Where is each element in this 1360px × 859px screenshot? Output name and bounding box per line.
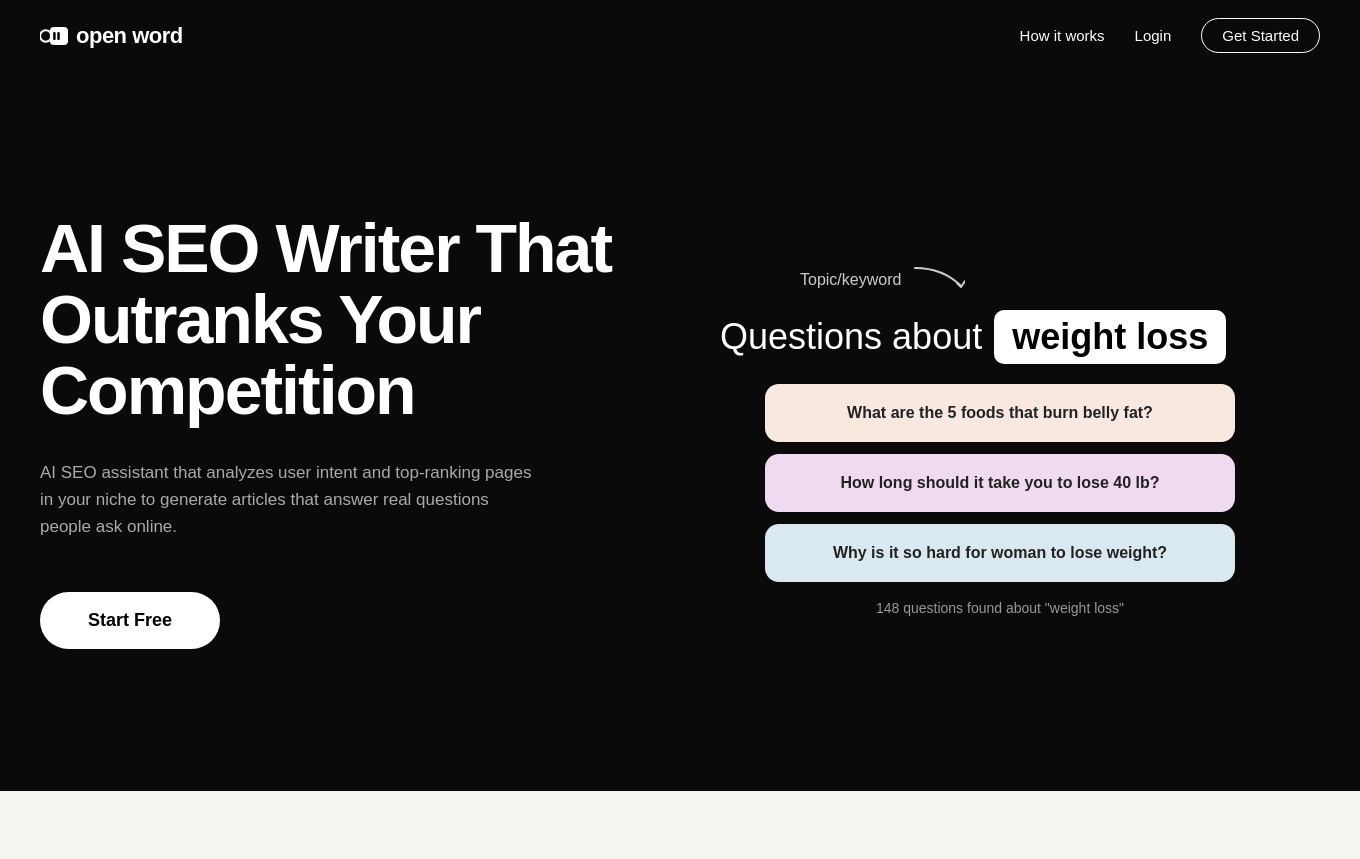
keyword-badge: weight loss: [994, 310, 1226, 364]
hero-title-line2: Outranks Your Competition: [40, 281, 480, 428]
nav-how-it-works[interactable]: How it works: [1020, 27, 1105, 44]
hero-title: AI SEO Writer That Outranks Your Competi…: [40, 213, 680, 427]
start-free-button[interactable]: Start Free: [40, 592, 220, 649]
questions-header: Questions about weight loss: [720, 310, 1226, 364]
question-cards: What are the 5 foods that burn belly fat…: [765, 384, 1235, 582]
nav-login[interactable]: Login: [1135, 27, 1172, 44]
hero-subtitle: AI SEO assistant that analyzes user inte…: [40, 459, 540, 541]
hero-title-line1: AI SEO Writer That: [40, 210, 611, 286]
question-card-2[interactable]: How long should it take you to lose 40 l…: [765, 454, 1235, 512]
navbar: open word How it works Login Get Started: [0, 0, 1360, 71]
question-card-1[interactable]: What are the 5 foods that burn belly fat…: [765, 384, 1235, 442]
topic-label: Topic/keyword: [800, 271, 901, 289]
questions-about-text: Questions about: [720, 316, 982, 358]
get-started-button[interactable]: Get Started: [1201, 18, 1320, 53]
logo-text: open word: [76, 23, 183, 49]
logo-icon: [40, 26, 68, 46]
question-card-3[interactable]: Why is it so hard for woman to lose weig…: [765, 524, 1235, 582]
hero-left: AI SEO Writer That Outranks Your Competi…: [40, 193, 680, 650]
questions-found-text: 148 questions found about "weight loss": [876, 600, 1124, 616]
topic-label-row: Topic/keyword: [800, 266, 965, 294]
logo[interactable]: open word: [40, 23, 183, 49]
svg-rect-3: [57, 31, 59, 39]
how-it-works-section: How it works: [0, 791, 1360, 859]
svg-rect-0: [40, 30, 52, 42]
svg-rect-2: [53, 31, 55, 39]
arrow-icon: [913, 266, 965, 294]
nav-links: How it works Login Get Started: [1020, 18, 1320, 53]
hero-right: Topic/keyword Questions about weight los…: [680, 226, 1320, 616]
hero-section: AI SEO Writer That Outranks Your Competi…: [0, 71, 1360, 791]
how-it-works-title: How it works: [40, 851, 1320, 859]
